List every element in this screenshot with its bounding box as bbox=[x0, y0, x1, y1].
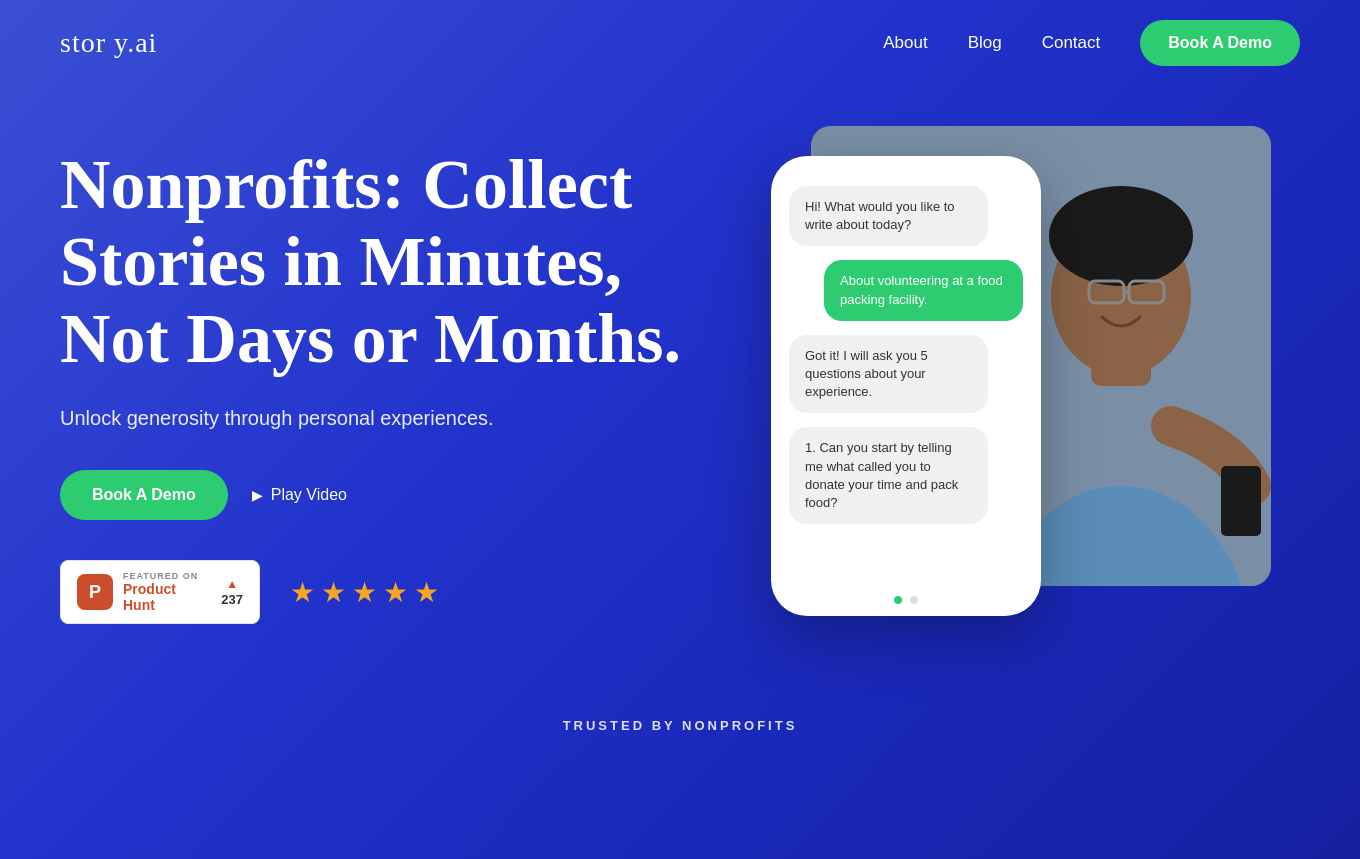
ph-name: Product Hunt bbox=[123, 581, 211, 613]
play-icon: ▶ bbox=[252, 487, 263, 503]
phone-bottom bbox=[771, 584, 1041, 616]
hero-left: Nonprofits: Collect Stories in Minutes, … bbox=[60, 126, 742, 624]
nav-book-demo-button[interactable]: Book A Demo bbox=[1140, 20, 1300, 66]
chat-message-3: Got it! I will ask you 5 questions about… bbox=[789, 335, 988, 414]
product-hunt-badge[interactable]: P FEATURED ON Product Hunt ▲ 237 bbox=[60, 560, 260, 624]
ph-featured-label: FEATURED ON bbox=[123, 571, 211, 581]
navbar: stor y.ai About Blog Contact Book A Demo bbox=[0, 0, 1360, 86]
nav-links: About Blog Contact Book A Demo bbox=[883, 20, 1300, 66]
hero-subtitle: Unlock generosity through personal exper… bbox=[60, 407, 742, 430]
nav-link-contact[interactable]: Contact bbox=[1042, 33, 1101, 53]
phone-mockup: Hi! What would you like to write about t… bbox=[771, 156, 1041, 616]
dot-inactive bbox=[910, 596, 918, 604]
dot-active bbox=[894, 596, 902, 604]
product-hunt-text: FEATURED ON Product Hunt bbox=[123, 571, 211, 613]
star-1: ★ bbox=[290, 576, 315, 609]
nav-link-blog[interactable]: Blog bbox=[968, 33, 1002, 53]
product-hunt-logo: P bbox=[77, 574, 113, 610]
ph-votes: ▲ 237 bbox=[221, 577, 243, 607]
logo: stor y.ai bbox=[60, 27, 157, 59]
star-4: ★ bbox=[383, 576, 408, 609]
trusted-section: TRUSTED BY NONPROFITS bbox=[0, 696, 1360, 744]
hero-book-demo-button[interactable]: Book A Demo bbox=[60, 470, 228, 520]
hero-section: Nonprofits: Collect Stories in Minutes, … bbox=[0, 86, 1360, 696]
hero-right: Hi! What would you like to write about t… bbox=[742, 126, 1300, 636]
star-rating: ★ ★ ★ ★ ★ bbox=[290, 576, 439, 609]
nav-link-about[interactable]: About bbox=[883, 33, 927, 53]
play-video-label: Play Video bbox=[271, 486, 347, 504]
svg-point-4 bbox=[1049, 186, 1193, 286]
trusted-label: TRUSTED BY NONPROFITS bbox=[563, 718, 798, 733]
chat-message-4: 1. Can you start by telling me what call… bbox=[789, 427, 988, 524]
ph-arrow-icon: ▲ bbox=[226, 577, 238, 592]
play-video-link[interactable]: ▶ Play Video bbox=[252, 486, 347, 504]
ph-vote-count: 237 bbox=[221, 592, 243, 607]
star-2: ★ bbox=[321, 576, 346, 609]
svg-rect-8 bbox=[1221, 466, 1261, 536]
star-5: ★ bbox=[414, 576, 439, 609]
phone-screen: Hi! What would you like to write about t… bbox=[771, 156, 1041, 584]
phone-container: Hi! What would you like to write about t… bbox=[771, 126, 1271, 636]
chat-message-2: About volunteering at a food packing fac… bbox=[824, 260, 1023, 320]
hero-title: Nonprofits: Collect Stories in Minutes, … bbox=[60, 146, 742, 377]
badges-row: P FEATURED ON Product Hunt ▲ 237 ★ ★ ★ ★… bbox=[60, 560, 742, 624]
hero-actions: Book A Demo ▶ Play Video bbox=[60, 470, 742, 520]
star-3: ★ bbox=[352, 576, 377, 609]
chat-message-1: Hi! What would you like to write about t… bbox=[789, 186, 988, 246]
